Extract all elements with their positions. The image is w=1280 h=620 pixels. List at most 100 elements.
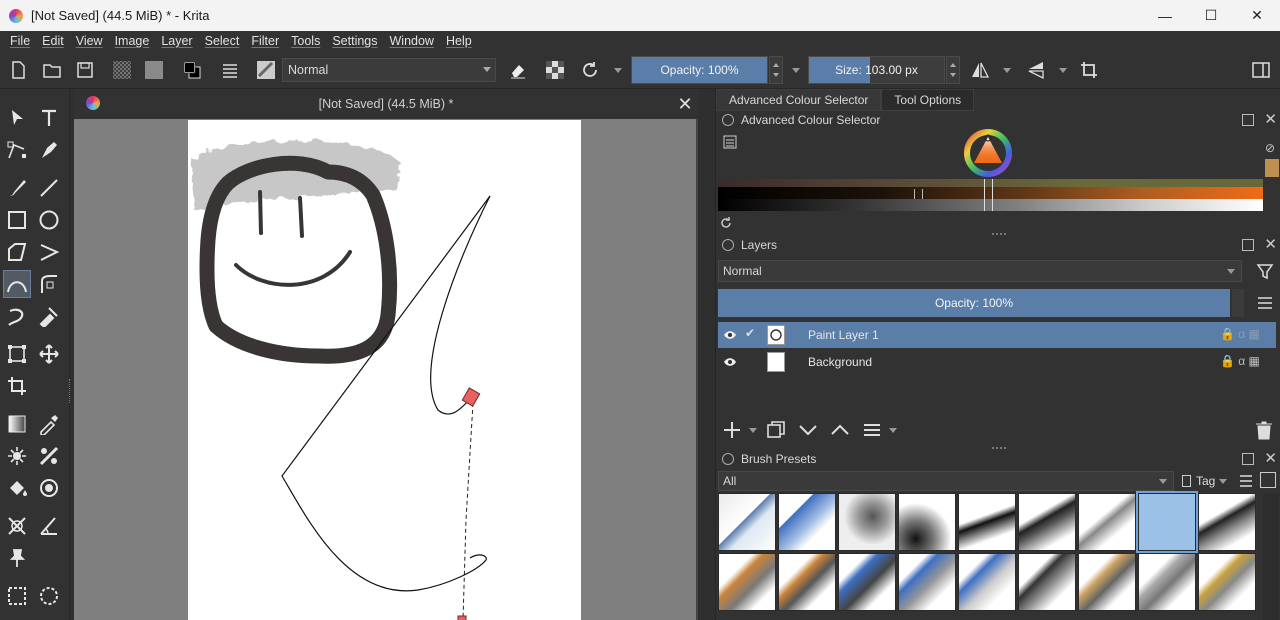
brush-import-icon[interactable] (1260, 472, 1276, 488)
duplicate-layer-icon[interactable] (765, 419, 787, 441)
layer-opacity-slider[interactable]: Opacity: 100% (718, 289, 1230, 317)
float-panel-icon[interactable] (1242, 114, 1254, 126)
freehand-path-tool-icon[interactable] (35, 270, 63, 298)
brush-preset-marker[interactable] (778, 493, 836, 551)
fill-tool-icon[interactable] (3, 474, 31, 502)
brush-preset-icon[interactable] (254, 58, 278, 82)
tab-tool-options[interactable]: Tool Options (881, 89, 975, 111)
elliptical-selection-tool-icon[interactable] (35, 582, 63, 610)
maximize-button[interactable]: ☐ (1188, 0, 1234, 31)
perspective-grid-tool-icon[interactable] (3, 512, 31, 540)
reference-images-tool-icon[interactable] (3, 544, 31, 572)
colour-wheel[interactable] (964, 129, 1012, 177)
text-tool-icon[interactable] (35, 104, 63, 132)
bezier-curve-tool-icon[interactable] (3, 270, 31, 298)
brush-preset-selected[interactable] (1136, 491, 1198, 553)
crop-tool-icon[interactable] (3, 372, 31, 400)
brush-preset-airbrush[interactable] (838, 493, 896, 551)
move-layer-up-icon[interactable] (829, 419, 851, 441)
line-tool-icon[interactable] (35, 174, 63, 202)
brush-view-menu-icon[interactable] (1236, 472, 1256, 490)
eye-icon[interactable] (723, 355, 737, 369)
layer-lock-alpha-icons[interactable]: 🔒 α ▦ (1220, 354, 1272, 370)
colour-settings-icon[interactable] (723, 135, 737, 149)
brush-preset-chalk[interactable] (1198, 553, 1256, 611)
brush-preset-oil[interactable] (718, 553, 776, 611)
mirror-vertical-icon[interactable] (1024, 58, 1048, 82)
menu-view[interactable]: View (70, 34, 109, 48)
close-panel-icon[interactable]: ✕ (1264, 449, 1277, 467)
add-layer-icon[interactable] (721, 419, 743, 441)
checkmark-icon[interactable]: ✔ (745, 326, 759, 342)
polyline-tool-icon[interactable] (35, 238, 63, 266)
ellipse-tool-icon[interactable] (35, 206, 63, 234)
edit-shapes-tool-icon[interactable] (3, 136, 31, 164)
close-panel-icon[interactable]: ✕ (1264, 235, 1277, 253)
gradient-swatch-icon[interactable] (110, 58, 134, 82)
brush-preset-ink-dry[interactable] (1198, 493, 1256, 551)
opacity-spinner[interactable] (769, 56, 783, 84)
freehand-brush-tool-icon[interactable] (3, 174, 31, 202)
calligraphy-tool-icon[interactable] (35, 136, 63, 164)
brush-preset-ink-fine[interactable] (1018, 493, 1076, 551)
layer-opacity-spinner[interactable] (1232, 289, 1244, 317)
minimize-button[interactable]: — (1142, 0, 1188, 31)
opacity-slider[interactable]: Opacity: 100% (631, 56, 768, 84)
save-icon[interactable] (73, 58, 97, 82)
menu-edit[interactable]: Edit (36, 34, 70, 48)
color-picker-tool-icon[interactable] (35, 410, 63, 438)
brush-tag-filter-dropdown[interactable]: All (718, 471, 1174, 491)
transform-tool-icon[interactable] (3, 340, 31, 368)
value-gradient-bar[interactable] (718, 199, 1263, 211)
tag-button[interactable]: Tag (1182, 471, 1228, 491)
dynamic-brush-tool-icon[interactable] (3, 302, 31, 330)
brush-preset-ink-brush[interactable] (958, 493, 1016, 551)
menu-filter[interactable]: Filter (245, 34, 285, 48)
size-slider[interactable]: Size: 103.00 px (808, 56, 945, 84)
brush-presets-scrollbar[interactable] (1263, 493, 1279, 620)
gradient-tool-icon[interactable] (3, 410, 31, 438)
menu-window[interactable]: Window (384, 34, 440, 48)
filter-icon[interactable] (1255, 261, 1275, 281)
layer-properties-icon[interactable] (861, 419, 883, 441)
brush-preset-pencil-blue[interactable] (838, 553, 896, 611)
brush-preset-crayon[interactable] (1078, 553, 1136, 611)
chevron-down-icon[interactable] (1003, 68, 1011, 73)
move-tool-icon[interactable] (35, 340, 63, 368)
eraser-icon[interactable] (506, 58, 530, 82)
chevron-down-icon[interactable] (792, 68, 800, 73)
layer-row-paint-layer-1[interactable]: ✔ Paint Layer 1 🔒 α ▦ (718, 322, 1276, 348)
mirror-horizontal-icon[interactable] (968, 58, 992, 82)
layer-row-background[interactable]: Background 🔒 α ▦ (718, 349, 1276, 375)
colour-patch[interactable] (1265, 159, 1279, 177)
menu-file[interactable]: File (4, 34, 36, 48)
alpha-lock-icon[interactable] (543, 58, 567, 82)
menu-settings[interactable]: Settings (326, 34, 383, 48)
chevron-down-icon[interactable] (889, 428, 897, 433)
document-tab[interactable]: [Not Saved] (44.5 MiB) * ✕ (74, 89, 698, 119)
measure-tool-icon[interactable] (35, 512, 63, 540)
close-document-icon[interactable]: ✕ (674, 93, 696, 115)
brush-preset-bristle[interactable] (778, 553, 836, 611)
no-colour-icon[interactable]: ⊘ (1265, 141, 1279, 155)
select-shapes-tool-icon[interactable] (3, 104, 31, 132)
blend-mode-dropdown[interactable]: Normal (282, 58, 496, 82)
float-panel-icon[interactable] (1242, 453, 1254, 465)
layer-options-menu-icon[interactable] (1255, 294, 1275, 312)
brush-preset-pencil-light[interactable] (958, 553, 1016, 611)
pattern-swatch-icon[interactable] (142, 58, 166, 82)
close-panel-icon[interactable]: ✕ (1264, 110, 1277, 128)
canvas-area[interactable] (74, 119, 696, 620)
toolbox-resize-handle[interactable] (69, 379, 71, 403)
menu-image[interactable]: Image (109, 34, 156, 48)
new-document-icon[interactable] (6, 58, 30, 82)
smart-patch-tool-icon[interactable] (3, 442, 31, 470)
enclose-fill-tool-icon[interactable] (35, 474, 63, 502)
close-window-button[interactable]: ✕ (1234, 0, 1280, 31)
brush-preset-graphite[interactable] (1138, 553, 1196, 611)
menu-help[interactable]: Help (440, 34, 478, 48)
chevron-down-icon[interactable] (1059, 68, 1067, 73)
float-panel-icon[interactable] (1242, 239, 1254, 251)
chevron-down-icon[interactable] (749, 428, 757, 433)
open-folder-icon[interactable] (40, 58, 64, 82)
